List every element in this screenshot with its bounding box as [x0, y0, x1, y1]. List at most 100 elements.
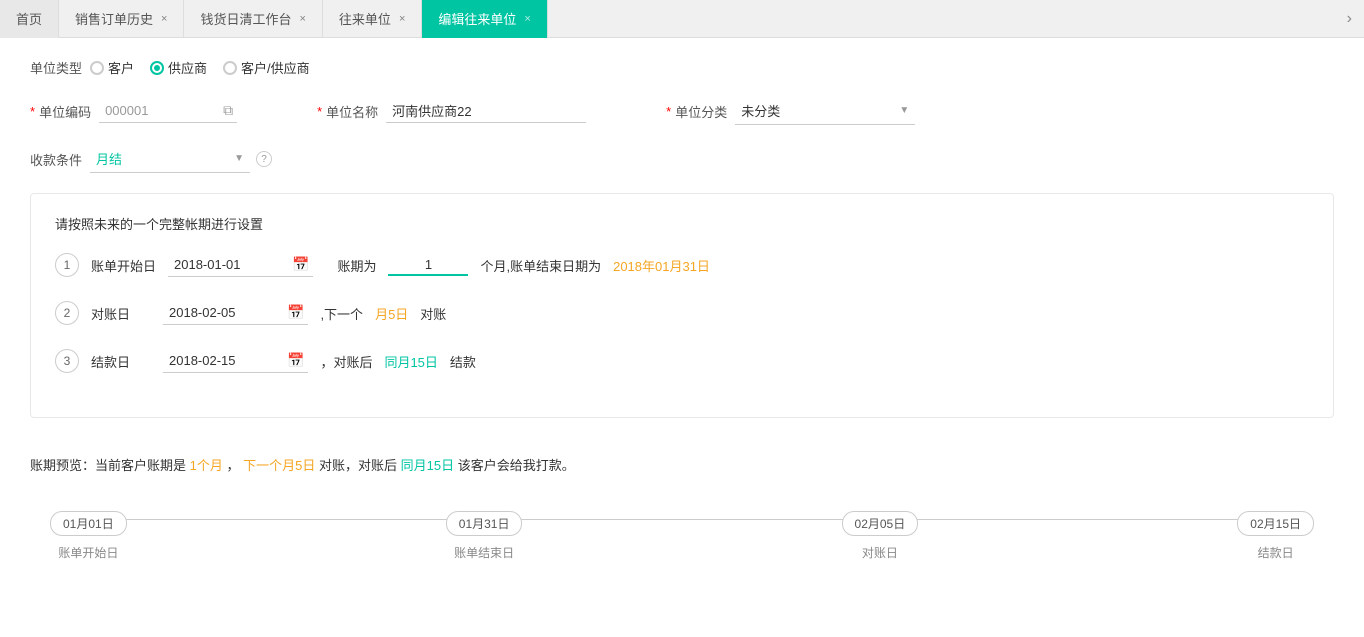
row-label-payment: 结款日	[91, 352, 151, 371]
unit-type-radio-group: 客户 供应商 客户/供应商	[90, 58, 310, 77]
tab-bar: 首页 销售订单历史 × 钱货日清工作台 × 往来单位 × 编辑往来单位 × ›	[0, 0, 1364, 38]
tab-edit-partner-unit[interactable]: 编辑往来单位 ×	[422, 0, 547, 38]
settings-row-3: 3 结款日 📅 ，对账后 同月15日 结款	[55, 349, 1309, 373]
period-unit-label: 个月,账单结束日期为	[480, 256, 601, 275]
preview-highlight1: 1个月	[190, 458, 223, 473]
required-star: *	[30, 104, 35, 119]
preview-middle1: ，	[227, 458, 240, 473]
preview-prefix: 账期预览：当前客户账期是	[30, 458, 186, 473]
payment-date-field[interactable]	[163, 349, 283, 372]
reconcile-date-input: 📅	[163, 301, 308, 325]
timeline-node-1: 01月01日 账单开始日	[50, 511, 127, 561]
calendar-icon-2[interactable]: 📅	[283, 302, 308, 323]
settings-section: 请按照未来的一个完整帐期进行设置 1 账单开始日 📅 账期为 个月,账单结束日期…	[30, 193, 1334, 418]
required-star-category: *	[666, 104, 671, 119]
settings-row-2: 2 对账日 📅 ,下一个 月5日 对账	[55, 301, 1309, 325]
unit-info-row: * 单位编码 ⧉ * 单位名称 * 单位分类 未分类 ▼	[30, 97, 1334, 125]
unit-category-select[interactable]: 未分类 ▼	[735, 97, 915, 125]
unit-name-input[interactable]	[386, 99, 586, 123]
radio-label-supplier: 供应商	[168, 58, 207, 77]
tab-more-button[interactable]: ›	[1335, 10, 1364, 28]
bill-start-date-input: 📅	[168, 253, 313, 277]
payment-terms-label: 收款条件	[30, 150, 82, 169]
chevron-down-icon: ▼	[899, 105, 909, 116]
node-label-3: 对账日	[862, 544, 898, 561]
unit-category-group: * 单位分类 未分类 ▼	[666, 97, 915, 125]
tab-sales-order-history[interactable]: 销售订单历史 ×	[59, 0, 184, 38]
unit-code-input[interactable]	[99, 99, 219, 122]
radio-customer[interactable]: 客户	[90, 58, 134, 77]
tab-partner-units[interactable]: 往来单位 ×	[323, 0, 422, 38]
row-number-3: 3	[55, 349, 79, 373]
help-icon[interactable]: ?	[256, 151, 272, 167]
required-star-name: *	[317, 104, 322, 119]
calendar-icon-1[interactable]: 📅	[288, 254, 313, 275]
payment-terms-group: 收款条件 月结 ▼ ?	[30, 145, 272, 173]
timeline-node-4: 02月15日 结款日	[1237, 511, 1314, 561]
unit-type-label: 单位类型	[30, 58, 82, 77]
radio-supplier[interactable]: 供应商	[150, 58, 207, 77]
radio-label-customer-supplier: 客户/供应商	[241, 58, 310, 77]
payment-desc-suffix: 结款	[450, 352, 476, 371]
close-icon[interactable]: ×	[161, 13, 167, 25]
radio-circle-customer-supplier	[223, 61, 237, 75]
preview-highlight2: 下一个月5日	[243, 458, 315, 473]
preview-text: 账期预览：当前客户账期是 1个月 ， 下一个月5日 对账，对账后 同月15日 该…	[30, 454, 1334, 477]
timeline-node-3: 02月05日 对账日	[842, 511, 919, 561]
radio-circle-customer	[90, 61, 104, 75]
close-icon[interactable]: ×	[524, 13, 530, 25]
tab-home[interactable]: 首页	[0, 0, 59, 38]
unit-category-value: 未分类	[741, 101, 891, 120]
radio-label-customer: 客户	[108, 58, 134, 77]
reconcile-highlight: 月5日	[375, 304, 408, 323]
unit-name-group: * 单位名称	[317, 99, 586, 123]
radio-customer-supplier[interactable]: 客户/供应商	[223, 58, 310, 77]
node-label-2: 账单结束日	[454, 544, 514, 561]
unit-name-label: 单位名称	[326, 102, 378, 121]
node-pill-3: 02月05日	[842, 511, 919, 536]
calendar-icon-3[interactable]: 📅	[283, 350, 308, 371]
period-end-date: 2018年01月31日	[613, 256, 710, 275]
payment-desc-prefix: ，对账后	[320, 352, 372, 371]
reconcile-desc-prefix: ,下一个	[320, 304, 363, 323]
row-label-reconcile: 对账日	[91, 304, 151, 323]
timeline-line	[70, 519, 1294, 520]
row-number-2: 2	[55, 301, 79, 325]
preview-middle2: 对账，对账后	[319, 458, 397, 473]
close-icon[interactable]: ×	[399, 13, 405, 25]
unit-code-input-wrapper: ⧉	[99, 99, 237, 123]
payment-terms-select[interactable]: 月结 ▼	[90, 145, 250, 173]
reconcile-date-field[interactable]	[163, 301, 283, 324]
settings-row-1: 1 账单开始日 📅 账期为 个月,账单结束日期为 2018年01月31日	[55, 253, 1309, 277]
unit-code-group: * 单位编码 ⧉	[30, 99, 237, 123]
node-label-4: 结款日	[1258, 544, 1294, 561]
node-pill-1: 01月01日	[50, 511, 127, 536]
unit-type-group: 单位类型 客户 供应商 客户/供应商	[30, 58, 310, 77]
tab-cash-flow-workbench[interactable]: 钱货日清工作台 ×	[184, 0, 322, 38]
section-title: 请按照未来的一个完整帐期进行设置	[55, 214, 1309, 233]
payment-date-input: 📅	[163, 349, 308, 373]
node-pill-2: 01月31日	[446, 511, 523, 536]
close-icon[interactable]: ×	[299, 13, 305, 25]
payment-highlight: 同月15日	[384, 352, 437, 371]
period-value-input[interactable]	[388, 255, 468, 276]
unit-code-label: 单位编码	[39, 102, 91, 121]
copy-icon[interactable]: ⧉	[219, 100, 237, 121]
main-content: 单位类型 客户 供应商 客户/供应商 * 单位编码	[0, 38, 1364, 637]
node-pill-4: 02月15日	[1237, 511, 1314, 536]
reconcile-desc-suffix: 对账	[420, 304, 446, 323]
preview-suffix: 该客户会给我打款。	[458, 458, 575, 473]
preview-section: 账期预览：当前客户账期是 1个月 ， 下一个月5日 对账，对账后 同月15日 该…	[30, 438, 1334, 617]
row-number-1: 1	[55, 253, 79, 277]
unit-type-row: 单位类型 客户 供应商 客户/供应商	[30, 58, 1334, 77]
chevron-down-icon-payment: ▼	[234, 153, 244, 164]
payment-terms-value: 月结	[96, 149, 226, 168]
period-for-label: 账期为	[337, 256, 376, 275]
row-label-bill-start: 账单开始日	[91, 256, 156, 275]
preview-highlight3: 同月15日	[401, 458, 454, 473]
payment-terms-row: 收款条件 月结 ▼ ?	[30, 145, 1334, 173]
unit-category-label: 单位分类	[675, 102, 727, 121]
timeline: 01月01日 账单开始日 01月31日 账单结束日 02月05日 对账日 02月…	[30, 501, 1334, 601]
node-label-1: 账单开始日	[58, 544, 118, 561]
bill-start-date-field[interactable]	[168, 253, 288, 276]
